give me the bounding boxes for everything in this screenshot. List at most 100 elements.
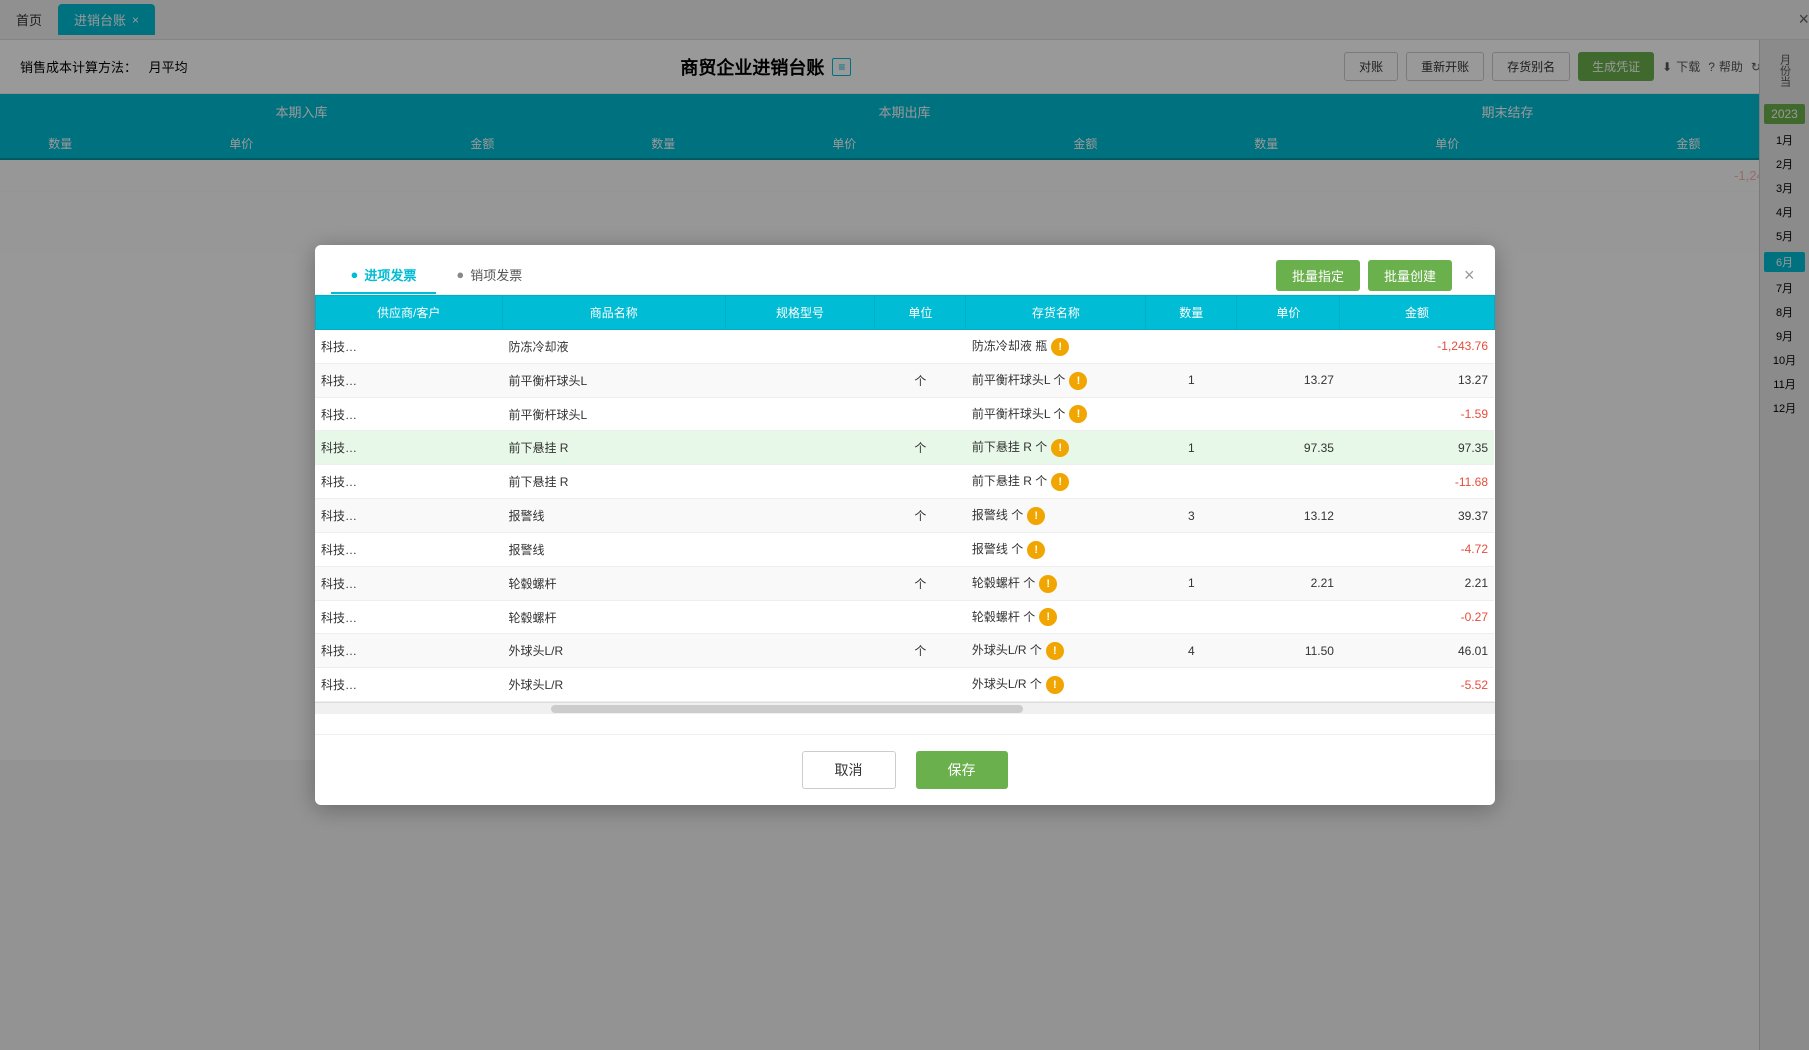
tab-outbound-invoice[interactable]: ● 销项发票 [436, 257, 542, 294]
table-cell: 前平衡杆球头L [502, 397, 725, 431]
table-cell [875, 532, 966, 566]
table-cell [1146, 532, 1237, 566]
table-cell: 科技… [315, 532, 502, 566]
th-unit: 单位 [875, 296, 966, 330]
table-cell: 个 [875, 431, 966, 465]
table-cell: 11.50 [1237, 634, 1340, 668]
page-wrapper: 首页 进销台账 × × 销售成本计算方法： 月平均 商贸企业进销台账 ≡ 对账 … [0, 0, 1809, 1050]
table-cell [725, 499, 875, 533]
table-cell: 前下悬挂 R [502, 431, 725, 465]
table-cell: 外球头L/R 个! [966, 668, 1146, 702]
table-cell [1146, 330, 1237, 364]
table-cell [1237, 330, 1340, 364]
table-cell [1146, 668, 1237, 702]
table-cell: 前下悬挂 R 个! [966, 465, 1146, 499]
table-row[interactable]: 科技…防冻冷却液防冻冷却液 瓶!-1,243.76 [315, 330, 1494, 364]
table-cell [1237, 668, 1340, 702]
table-row[interactable]: 科技…轮毂螺杆个轮毂螺杆 个!12.212.21 [315, 566, 1494, 600]
th-product: 商品名称 [502, 296, 725, 330]
table-cell [725, 330, 875, 364]
table-cell: 科技… [315, 330, 502, 364]
table-cell: 科技… [315, 431, 502, 465]
warning-icon: ! [1051, 439, 1069, 457]
table-cell: 1 [1146, 566, 1237, 600]
table-cell: 前下悬挂 R [502, 465, 725, 499]
dialog-header: ● 进项发票 ● 销项发票 批量指定 批量创建 × [315, 245, 1495, 295]
table-cell: 13.12 [1237, 499, 1340, 533]
warning-icon: ! [1027, 507, 1045, 525]
table-cell: 科技… [315, 566, 502, 600]
horizontal-scroll-thumb[interactable] [551, 705, 1023, 713]
table-cell [725, 465, 875, 499]
th-quantity: 数量 [1146, 296, 1237, 330]
table-cell: 个 [875, 363, 966, 397]
table-row[interactable]: 科技…报警线个报警线 个!313.1239.37 [315, 499, 1494, 533]
table-cell: 轮毂螺杆 个! [966, 600, 1146, 634]
save-button[interactable]: 保存 [916, 751, 1008, 789]
horizontal-scrollbar[interactable] [315, 702, 1495, 714]
tab-inbound-invoice[interactable]: ● 进项发票 [331, 257, 437, 294]
table-row[interactable]: 科技…报警线 报警线 个! -4.72 [315, 532, 1494, 566]
table-cell: 科技… [315, 668, 502, 702]
warning-icon: ! [1069, 405, 1087, 423]
table-cell: 科技… [315, 363, 502, 397]
table-cell [1237, 465, 1340, 499]
table-cell [875, 668, 966, 702]
table-cell: 科技… [315, 634, 502, 668]
table-cell: 个 [875, 566, 966, 600]
table-cell [875, 330, 966, 364]
batch-assign-button[interactable]: 批量指定 [1276, 260, 1360, 291]
table-cell: 报警线 个! [966, 499, 1146, 533]
table-cell: 报警线 [502, 532, 725, 566]
table-cell: 轮毂螺杆 [502, 566, 725, 600]
table-row[interactable]: 科技…轮毂螺杆轮毂螺杆 个!-0.27 [315, 600, 1494, 634]
th-amount: 金额 [1340, 296, 1494, 330]
th-supplier: 供应商/客户 [315, 296, 502, 330]
table-row[interactable]: 科技…前平衡杆球头L前平衡杆球头L 个!-1.59 [315, 397, 1494, 431]
cancel-button[interactable]: 取消 [802, 751, 896, 789]
table-cell: 个 [875, 499, 966, 533]
batch-create-button[interactable]: 批量创建 [1368, 260, 1452, 291]
table-cell: -5.52 [1340, 668, 1494, 702]
table-cell [875, 397, 966, 431]
table-row[interactable]: 科技…前平衡杆球头L个前平衡杆球头L 个!113.2713.27 [315, 363, 1494, 397]
warning-icon: ! [1069, 372, 1087, 390]
table-cell: 1 [1146, 431, 1237, 465]
dialog-close-button[interactable]: × [1460, 265, 1479, 286]
table-row[interactable]: 科技…前下悬挂 R前下悬挂 R 个!-11.68 [315, 465, 1494, 499]
warning-icon: ! [1039, 608, 1057, 626]
dialog-footer: 取消 保存 [315, 734, 1495, 805]
table-cell: 2.21 [1237, 566, 1340, 600]
table-cell: -0.27 [1340, 600, 1494, 634]
inbound-tab-icon: ● [351, 267, 359, 282]
dialog-overlay: ● 进项发票 ● 销项发票 批量指定 批量创建 × [0, 0, 1809, 1050]
table-cell: 前平衡杆球头L [502, 363, 725, 397]
outbound-tab-label: 销项发票 [470, 265, 522, 284]
table-cell: -1,243.76 [1340, 330, 1494, 364]
table-cell: 97.35 [1237, 431, 1340, 465]
table-cell: 防冻冷却液 瓶! [966, 330, 1146, 364]
table-row[interactable]: 科技…前下悬挂 R个前下悬挂 R 个!197.3597.35 [315, 431, 1494, 465]
table-cell: 个 [875, 634, 966, 668]
dialog-table-body: 科技…防冻冷却液防冻冷却液 瓶!-1,243.76科技…前平衡杆球头L个前平衡杆… [315, 330, 1494, 702]
dialog-tabs: ● 进项发票 ● 销项发票 [331, 257, 543, 294]
table-cell: 轮毂螺杆 [502, 600, 725, 634]
th-spec: 规格型号 [725, 296, 875, 330]
table-cell: 46.01 [1340, 634, 1494, 668]
warning-icon: ! [1046, 676, 1064, 694]
table-row[interactable]: 科技…外球头L/R 外球头L/R 个! -5.52 [315, 668, 1494, 702]
dialog-table: 供应商/客户 商品名称 规格型号 单位 存货名称 数量 单价 金额 科 [315, 295, 1495, 702]
table-cell [1146, 397, 1237, 431]
table-cell [725, 600, 875, 634]
table-cell [725, 363, 875, 397]
table-cell: 外球头L/R [502, 668, 725, 702]
table-row[interactable]: 科技…外球头L/R个外球头L/R 个!411.5046.01 [315, 634, 1494, 668]
table-cell: 轮毂螺杆 个! [966, 566, 1146, 600]
warning-icon: ! [1051, 473, 1069, 491]
th-unitprice: 单价 [1237, 296, 1340, 330]
dialog-scroll-area[interactable]: 供应商/客户 商品名称 规格型号 单位 存货名称 数量 单价 金额 科 [315, 295, 1495, 734]
table-cell: 报警线 [502, 499, 725, 533]
table-cell: 报警线 个! [966, 532, 1146, 566]
table-cell: -4.72 [1340, 532, 1494, 566]
table-cell [1146, 600, 1237, 634]
